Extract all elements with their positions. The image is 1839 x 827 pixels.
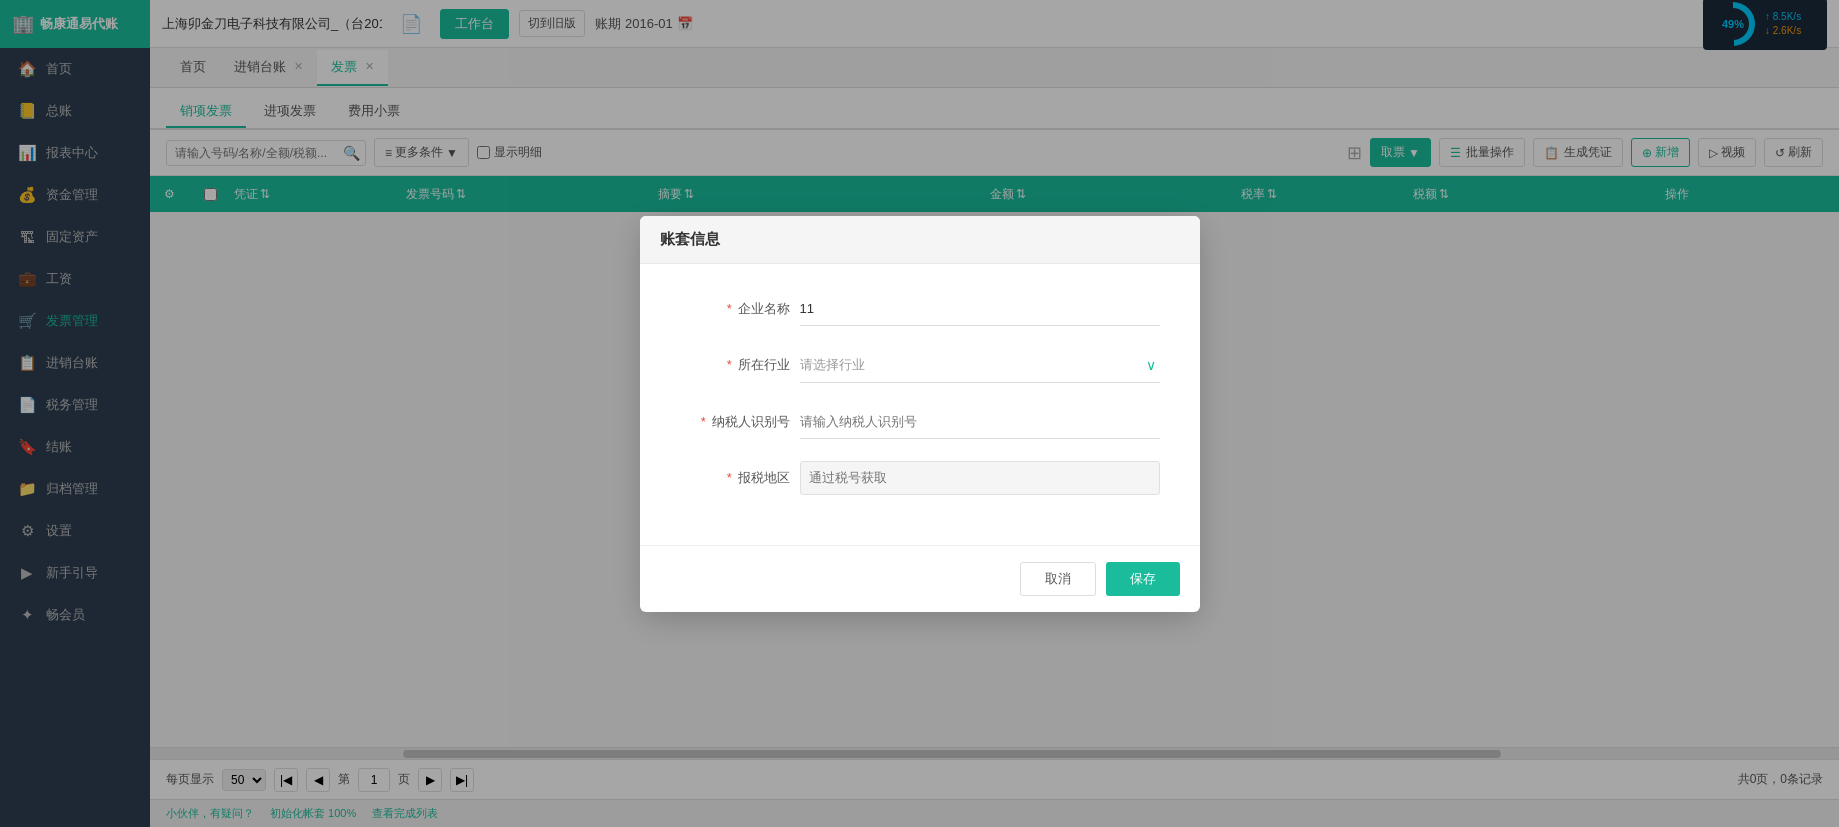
modal-header: 账套信息: [640, 216, 1200, 264]
modal-overlay: 账套信息 * 企业名称 * 所在行业 请选择行业: [0, 0, 1839, 827]
tax-id-input[interactable]: [800, 405, 1160, 439]
required-marker: *: [701, 414, 706, 429]
required-marker: *: [727, 357, 732, 372]
industry-select-wrap: 请选择行业 ∨: [800, 348, 1160, 383]
required-marker: *: [727, 470, 732, 485]
form-row-tax-region: * 报税地区: [680, 461, 1160, 495]
cancel-button[interactable]: 取消: [1020, 562, 1096, 596]
account-info-modal: 账套信息 * 企业名称 * 所在行业 请选择行业: [640, 216, 1200, 612]
industry-select[interactable]: 请选择行业: [800, 348, 1160, 382]
modal-title: 账套信息: [660, 230, 720, 247]
tax-region-label: * 报税地区: [680, 469, 800, 487]
tax-id-label: * 纳税人识别号: [680, 413, 800, 431]
required-marker: *: [727, 301, 732, 316]
tax-region-input: [800, 461, 1160, 495]
modal-footer: 取消 保存: [640, 545, 1200, 612]
modal-body: * 企业名称 * 所在行业 请选择行业 ∨: [640, 264, 1200, 545]
company-name-input[interactable]: [800, 292, 1160, 326]
form-row-industry: * 所在行业 请选择行业 ∨: [680, 348, 1160, 383]
save-button[interactable]: 保存: [1106, 562, 1180, 596]
industry-label: * 所在行业: [680, 356, 800, 374]
form-row-tax-id: * 纳税人识别号: [680, 405, 1160, 439]
form-row-company-name: * 企业名称: [680, 292, 1160, 326]
company-name-label: * 企业名称: [680, 300, 800, 318]
